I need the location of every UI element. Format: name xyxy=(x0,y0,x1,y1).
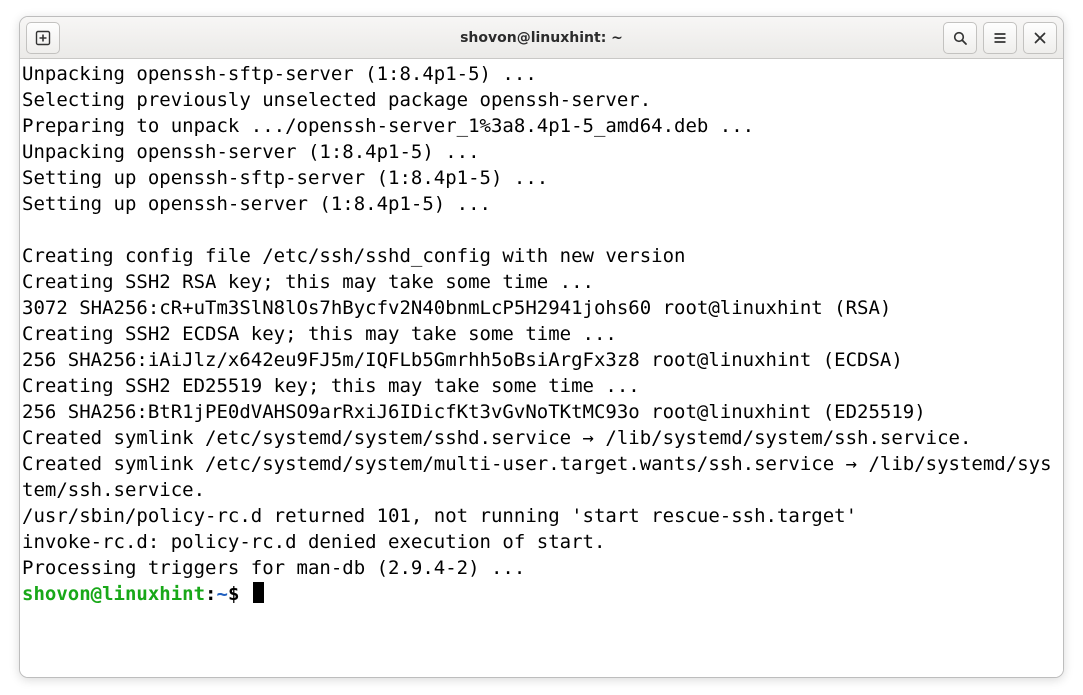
terminal-line: 3072 SHA256:cR+uTm3SlN8lOs7hBycfv2N40bnm… xyxy=(22,295,1061,321)
menu-button[interactable] xyxy=(983,22,1017,54)
prompt-user-host: shovon@linuxhint xyxy=(22,583,205,605)
terminal-line: Creating SSH2 RSA key; this may take som… xyxy=(22,269,1061,295)
prompt-symbol: $ xyxy=(228,583,251,605)
terminal-line: Created symlink /etc/systemd/system/mult… xyxy=(22,451,1061,503)
terminal-line: invoke-rc.d: policy-rc.d denied executio… xyxy=(22,529,1061,555)
terminal-line xyxy=(22,217,1061,243)
search-icon xyxy=(952,30,968,46)
window-title: shovon@linuxhint: ~ xyxy=(20,30,1063,46)
terminal-line: 256 SHA256:BtR1jPE0dVAHSO9arRxiJ6IDicfKt… xyxy=(22,399,1061,425)
prompt-separator: : xyxy=(205,583,216,605)
terminal-line: Setting up openssh-sftp-server (1:8.4p1-… xyxy=(22,165,1061,191)
terminal-line: Unpacking openssh-server (1:8.4p1-5) ... xyxy=(22,139,1061,165)
terminal-prompt[interactable]: shovon@linuxhint:~$ xyxy=(22,581,1061,607)
terminal-line: Creating config file /etc/ssh/sshd_confi… xyxy=(22,243,1061,269)
close-icon xyxy=(1033,31,1047,45)
terminal-line: Preparing to unpack .../openssh-server_1… xyxy=(22,113,1061,139)
terminal-line: Selecting previously unselected package … xyxy=(22,87,1061,113)
titlebar: shovon@linuxhint: ~ xyxy=(20,17,1063,59)
terminal-line: Processing triggers for man-db (2.9.4-2)… xyxy=(22,555,1061,581)
terminal-line: Created symlink /etc/systemd/system/sshd… xyxy=(22,425,1061,451)
new-tab-button[interactable] xyxy=(26,22,60,54)
terminal-window: shovon@linuxhint: ~ xyxy=(19,16,1064,678)
terminal-line: Unpacking openssh-sftp-server (1:8.4p1-5… xyxy=(22,61,1061,87)
close-button[interactable] xyxy=(1023,22,1057,54)
cursor-block xyxy=(253,582,264,603)
new-tab-icon xyxy=(35,30,51,46)
search-button[interactable] xyxy=(943,22,977,54)
terminal-line: 256 SHA256:iAiJlz/x642eu9FJ5m/IQFLb5Gmrh… xyxy=(22,347,1061,373)
terminal-line: Setting up openssh-server (1:8.4p1-5) ..… xyxy=(22,191,1061,217)
prompt-path: ~ xyxy=(216,583,227,605)
terminal-line: Creating SSH2 ECDSA key; this may take s… xyxy=(22,321,1061,347)
terminal-line: /usr/sbin/policy-rc.d returned 101, not … xyxy=(22,503,1061,529)
terminal-output[interactable]: Unpacking openssh-sftp-server (1:8.4p1-5… xyxy=(20,59,1063,677)
terminal-line: Creating SSH2 ED25519 key; this may take… xyxy=(22,373,1061,399)
hamburger-icon xyxy=(992,30,1008,46)
